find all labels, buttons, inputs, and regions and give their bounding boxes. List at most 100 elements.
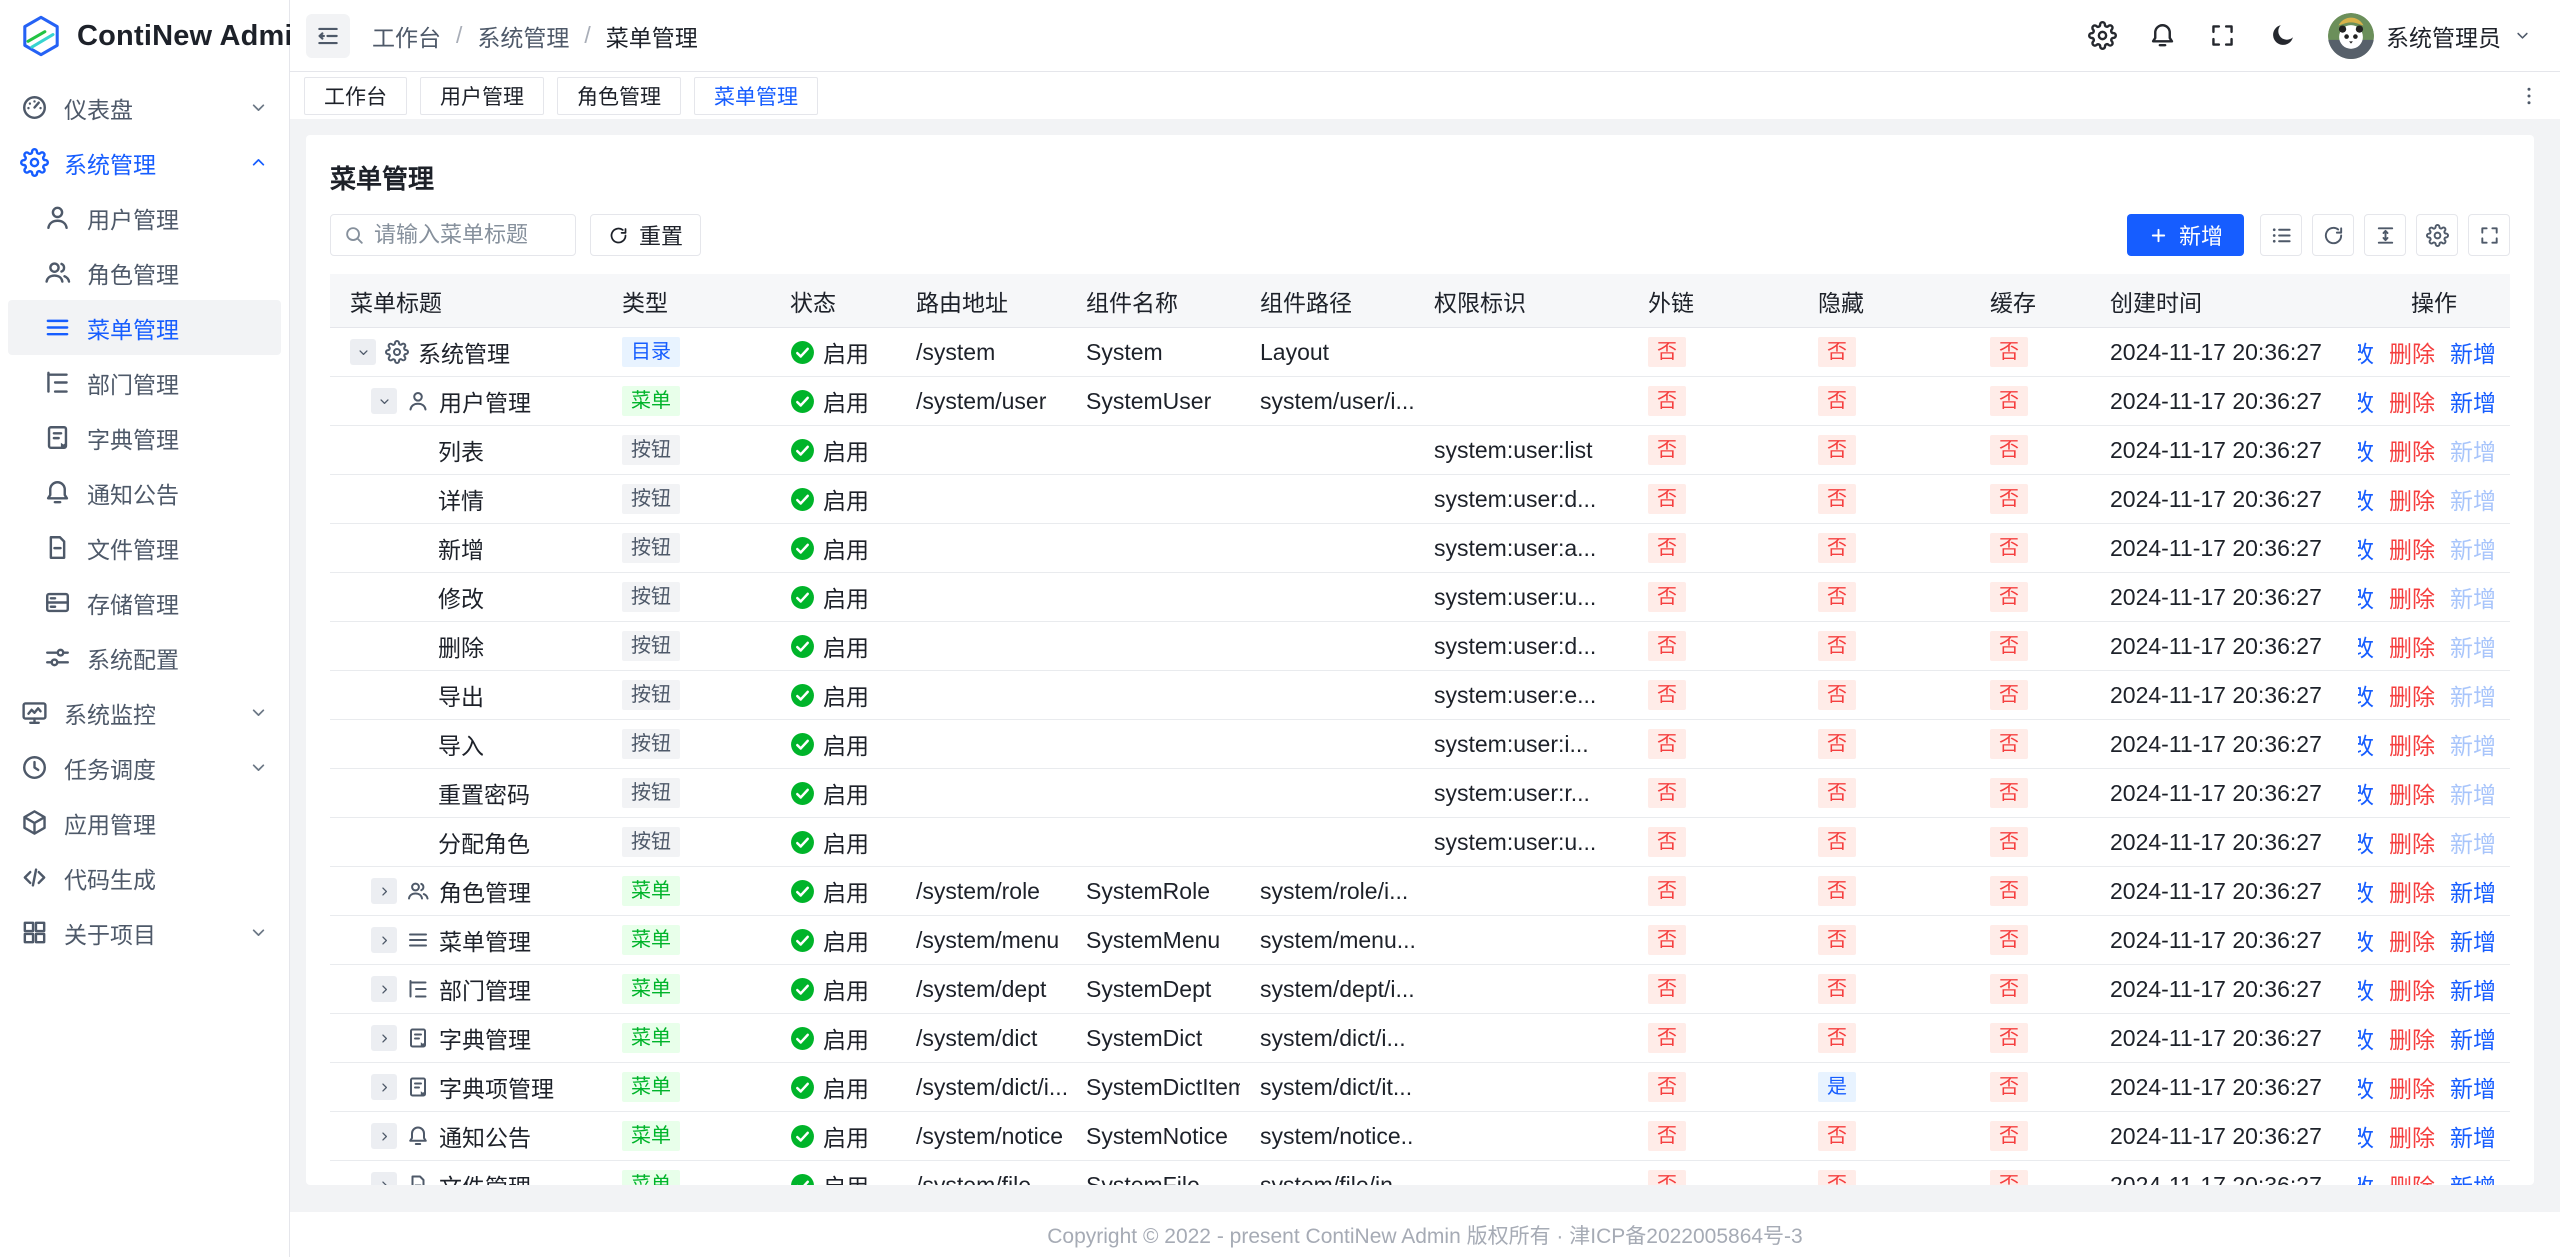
row-expander[interactable]: [371, 878, 397, 904]
add-link[interactable]: 新增: [2450, 1119, 2496, 1153]
edit-link[interactable]: 修改: [2358, 972, 2374, 1006]
breadcrumb-separator: /: [456, 22, 462, 49]
sidebar-item-dashboard[interactable]: 仪表盘: [8, 80, 281, 135]
edit-link[interactable]: 修改: [2358, 1119, 2374, 1153]
delete-link[interactable]: 删除: [2389, 874, 2435, 908]
sidebar-item-file[interactable]: 文件管理: [8, 520, 281, 575]
delete-link[interactable]: 删除: [2389, 678, 2435, 712]
delete-link[interactable]: 删除: [2389, 580, 2435, 614]
edit-link[interactable]: 修改: [2358, 1070, 2374, 1104]
delete-link[interactable]: 删除: [2389, 1168, 2435, 1185]
delete-link[interactable]: 删除: [2389, 629, 2435, 663]
reset-button[interactable]: 重置: [590, 214, 701, 256]
row-expander[interactable]: [371, 1123, 397, 1149]
edit-link[interactable]: 修改: [2358, 580, 2374, 614]
edit-link[interactable]: 修改: [2358, 727, 2374, 761]
row-expander[interactable]: [371, 1025, 397, 1051]
edit-link[interactable]: 修改: [2358, 1168, 2374, 1185]
edit-link[interactable]: 修改: [2358, 384, 2374, 418]
row-expander[interactable]: [371, 976, 397, 1002]
edit-link[interactable]: 修改: [2358, 335, 2374, 369]
table-row: 用户管理菜单启用/system/userSystemUsersystem/use…: [330, 377, 2510, 426]
component-path-cell: system/dept/i...: [1240, 976, 1414, 1003]
delete-link[interactable]: 删除: [2389, 482, 2435, 516]
status-text: 启用: [823, 678, 869, 712]
sidebar-item-notice[interactable]: 通知公告: [8, 465, 281, 520]
edit-link[interactable]: 修改: [2358, 874, 2374, 908]
line-height-tool-button[interactable]: [2364, 214, 2406, 256]
sidebar-item-menu[interactable]: 菜单管理: [8, 300, 281, 355]
gear-tool-button[interactable]: [2416, 214, 2458, 256]
breadcrumb-item[interactable]: 工作台: [372, 19, 441, 53]
edit-link[interactable]: 修改: [2358, 923, 2374, 957]
list-tool-button[interactable]: [2260, 214, 2302, 256]
book-icon: [43, 423, 72, 452]
delete-link[interactable]: 删除: [2389, 727, 2435, 761]
tab-role[interactable]: 角色管理: [557, 77, 681, 115]
edit-link[interactable]: 修改: [2358, 433, 2374, 467]
add-link[interactable]: 新增: [2450, 1168, 2496, 1185]
row-expander[interactable]: [371, 388, 397, 414]
row-expander[interactable]: [371, 927, 397, 953]
collapse-sidebar-button[interactable]: [306, 14, 350, 58]
delete-link[interactable]: 删除: [2389, 1070, 2435, 1104]
sidebar-item-about[interactable]: 关于项目: [8, 905, 281, 960]
table-row: 导出按钮启用system:user:e...否否否2024-11-17 20:3…: [330, 671, 2510, 720]
fullscreen-tool-button[interactable]: [2468, 214, 2510, 256]
sidebar-item-schedule[interactable]: 任务调度: [8, 740, 281, 795]
row-expander[interactable]: [350, 339, 376, 365]
tab-menu[interactable]: 菜单管理: [694, 77, 818, 115]
created-time-cell: 2024-11-17 20:36:27: [2090, 388, 2358, 415]
user-menu[interactable]: 系统管理员: [2328, 13, 2532, 59]
sidebar-item-app[interactable]: 应用管理: [8, 795, 281, 850]
tab-workbench[interactable]: 工作台: [304, 77, 407, 115]
tab-user[interactable]: 用户管理: [420, 77, 544, 115]
edit-link[interactable]: 修改: [2358, 629, 2374, 663]
add-link[interactable]: 新增: [2450, 384, 2496, 418]
delete-link[interactable]: 删除: [2389, 1119, 2435, 1153]
delete-link[interactable]: 删除: [2389, 923, 2435, 957]
sidebar-item-system[interactable]: 系统管理: [8, 135, 281, 190]
sidebar-item-storage[interactable]: 存储管理: [8, 575, 281, 630]
add-link[interactable]: 新增: [2450, 972, 2496, 1006]
edit-link[interactable]: 修改: [2358, 825, 2374, 859]
sidebar-item-role[interactable]: 角色管理: [8, 245, 281, 300]
delete-link[interactable]: 删除: [2389, 825, 2435, 859]
delete-link[interactable]: 删除: [2389, 433, 2435, 467]
edit-link[interactable]: 修改: [2358, 776, 2374, 810]
sidebar-item-dept[interactable]: 部门管理: [8, 355, 281, 410]
breadcrumb-item[interactable]: 系统管理: [477, 19, 569, 53]
tab-options-button[interactable]: [2512, 79, 2546, 113]
edit-link[interactable]: 修改: [2358, 531, 2374, 565]
boolean-badge: 否: [1990, 729, 2028, 759]
sidebar-item-user[interactable]: 用户管理: [8, 190, 281, 245]
sidebar-item-config[interactable]: 系统配置: [8, 630, 281, 685]
menu-title: 菜单管理: [439, 923, 531, 957]
sidebar-item-monitor[interactable]: 系统监控: [8, 685, 281, 740]
type-badge: 菜单: [622, 876, 680, 906]
edit-link[interactable]: 修改: [2358, 678, 2374, 712]
row-expander[interactable]: [371, 1172, 397, 1185]
delete-link[interactable]: 删除: [2389, 335, 2435, 369]
add-link[interactable]: 新增: [2450, 1021, 2496, 1055]
add-link[interactable]: 新增: [2450, 335, 2496, 369]
add-link[interactable]: 新增: [2450, 874, 2496, 908]
add-link[interactable]: 新增: [2450, 923, 2496, 957]
column-header: 组件名称: [1066, 284, 1240, 318]
sidebar-item-dict[interactable]: 字典管理: [8, 410, 281, 465]
edit-link[interactable]: 修改: [2358, 482, 2374, 516]
refresh-tool-button[interactable]: [2312, 214, 2354, 256]
search-input[interactable]: [374, 222, 563, 248]
delete-link[interactable]: 删除: [2389, 384, 2435, 418]
status-enabled-icon: [790, 389, 815, 414]
delete-link[interactable]: 删除: [2389, 776, 2435, 810]
add-button[interactable]: 新增: [2127, 214, 2244, 256]
sidebar-item-codegen[interactable]: 代码生成: [8, 850, 281, 905]
delete-link[interactable]: 删除: [2389, 531, 2435, 565]
edit-link[interactable]: 修改: [2358, 1021, 2374, 1055]
row-expander[interactable]: [371, 1074, 397, 1100]
delete-link[interactable]: 删除: [2389, 972, 2435, 1006]
table-row: 菜单管理菜单启用/system/menuSystemMenusystem/men…: [330, 916, 2510, 965]
delete-link[interactable]: 删除: [2389, 1021, 2435, 1055]
add-link[interactable]: 新增: [2450, 1070, 2496, 1104]
